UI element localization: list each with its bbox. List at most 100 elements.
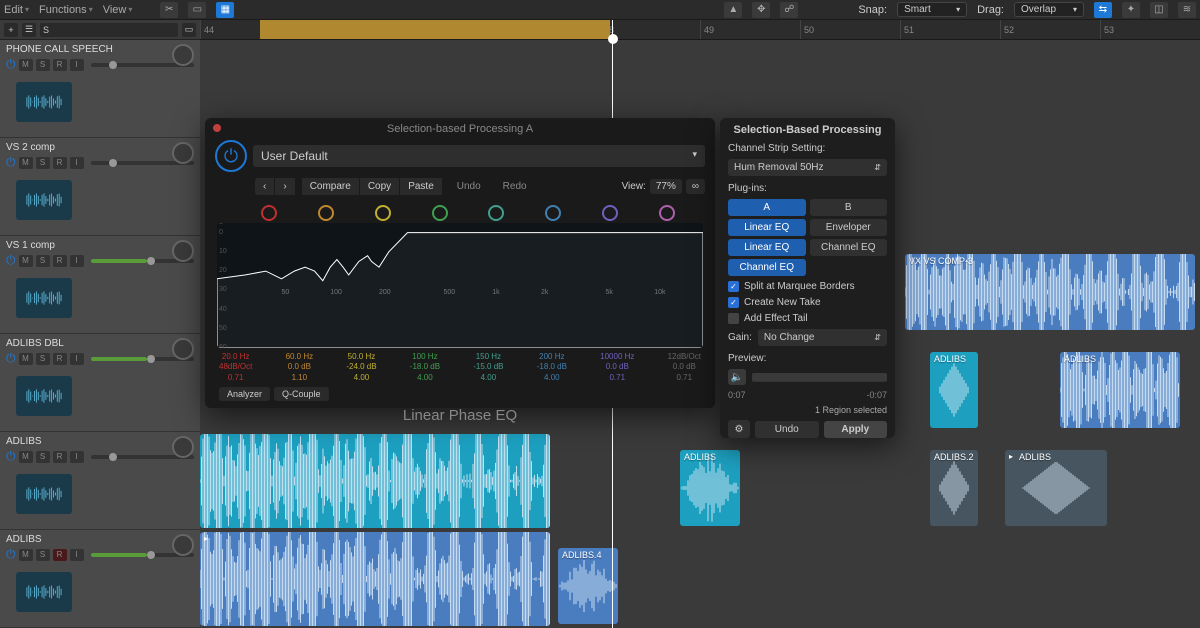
audio-region[interactable]: ADLIBS (680, 450, 740, 526)
pan-knob[interactable] (172, 44, 194, 66)
tool-flex-icon[interactable]: ≋ (1178, 2, 1196, 18)
css-select[interactable]: Hum Removal 50Hz⇵ (728, 159, 887, 176)
solo-indicator[interactable]: S (40, 23, 178, 37)
nav-next-button[interactable]: › (275, 178, 295, 195)
input-button[interactable]: I (70, 157, 84, 169)
column-a[interactable]: A (728, 199, 806, 216)
speaker-icon[interactable]: 🔈 (728, 369, 746, 385)
record-button[interactable]: R (53, 549, 67, 561)
eq-band-2[interactable] (318, 205, 334, 221)
add-track-icon[interactable]: + (4, 23, 18, 37)
solo-button[interactable]: S (36, 451, 50, 463)
timeline-ruler[interactable]: 44454647484950515253 (200, 20, 1200, 40)
analyzer-tab[interactable]: Analyzer (219, 387, 270, 401)
solo-button[interactable]: S (36, 549, 50, 561)
record-button[interactable]: R (53, 255, 67, 267)
drag-select[interactable]: Overlap▾ (1014, 2, 1084, 17)
power-icon[interactable]: ⏻ (6, 155, 16, 170)
solo-button[interactable]: S (36, 59, 50, 71)
track-header[interactable]: ADLIBS ⏻ M S R I .track:nth-child(6) .fa… (0, 530, 200, 628)
band-param[interactable]: 10000 Hz0.0 dB0.71 (600, 352, 634, 383)
audio-region[interactable] (200, 434, 550, 528)
record-button[interactable]: R (53, 451, 67, 463)
tool-crosshair-icon[interactable]: ✦ (1122, 2, 1140, 18)
q-couple-tab[interactable]: Q-Couple (274, 387, 329, 401)
newtake-checkbox[interactable]: ✓Create New Take (728, 297, 887, 308)
plugin-slot[interactable]: Linear EQ (728, 219, 806, 236)
column-b[interactable]: B (810, 199, 888, 216)
band-param[interactable]: 100 Hz-18.0 dB4.00 (410, 352, 440, 383)
audio-region[interactable]: ADLIBS.2 (930, 450, 978, 526)
mute-button[interactable]: M (19, 59, 33, 71)
header-config-icon[interactable]: ▭ (182, 23, 196, 37)
plugin-slot[interactable]: Enveloper (810, 219, 888, 236)
mute-button[interactable]: M (19, 255, 33, 267)
undo-button[interactable]: Undo (449, 178, 489, 195)
eq-band-8[interactable] (659, 205, 675, 221)
plugin-window[interactable]: Selection-based Processing A ⏻ User Defa… (205, 118, 715, 408)
disclosure-icon[interactable]: ▸ (204, 534, 208, 543)
paste-button[interactable]: Paste (400, 178, 443, 195)
disclosure-icon[interactable]: ▸ (1009, 452, 1013, 461)
plugin-slot[interactable]: Channel EQ (728, 259, 806, 276)
solo-button[interactable]: S (36, 157, 50, 169)
compare-button[interactable]: Compare (302, 178, 360, 195)
input-button[interactable]: I (70, 255, 84, 267)
pan-knob[interactable] (172, 436, 194, 458)
menu-functions[interactable]: Functions▾ (39, 4, 93, 16)
power-icon[interactable]: ⏻ (6, 57, 16, 72)
pan-knob[interactable] (172, 338, 194, 360)
solo-button[interactable]: S (36, 353, 50, 365)
eq-band-1[interactable] (261, 205, 277, 221)
input-button[interactable]: I (70, 353, 84, 365)
audio-region[interactable]: ▸ADLIBS (1005, 450, 1107, 526)
power-icon[interactable]: ⏻ (6, 449, 16, 464)
plugin-slot[interactable]: Linear EQ (728, 239, 806, 256)
input-button[interactable]: I (70, 451, 84, 463)
pan-knob[interactable] (172, 534, 194, 556)
band-param[interactable]: 20.0 Hz48dB/Oct0.71 (219, 352, 252, 383)
preview-volume-slider[interactable] (752, 373, 887, 382)
power-icon[interactable]: ⏻ (6, 351, 16, 366)
audio-region[interactable]: ADLIBS.4 (558, 548, 618, 624)
pan-knob[interactable] (172, 240, 194, 262)
close-icon[interactable] (213, 124, 221, 132)
gear-icon[interactable]: ⚙ (728, 420, 750, 438)
tool-automation-icon[interactable]: ◫ (1150, 2, 1168, 18)
apply-button[interactable]: Apply (824, 421, 888, 438)
gain-select[interactable]: No Change⇵ (758, 329, 887, 346)
link-icon[interactable]: ∞ (686, 179, 705, 194)
input-button[interactable]: I (70, 549, 84, 561)
tool-pointer-icon[interactable]: ▲ (724, 2, 742, 18)
redo-button[interactable]: Redo (495, 178, 535, 195)
power-icon[interactable]: ⏻ (6, 547, 16, 562)
eq-band-3[interactable] (375, 205, 391, 221)
solo-button[interactable]: S (36, 255, 50, 267)
tool-marquee-icon[interactable]: ▦ (216, 2, 234, 18)
nav-prev-button[interactable]: ‹ (255, 178, 275, 195)
audio-region[interactable]: ▸ (200, 532, 550, 626)
audio-region[interactable]: ADLIBS (930, 352, 978, 428)
menu-view[interactable]: View▾ (103, 4, 133, 16)
pan-knob[interactable] (172, 142, 194, 164)
tool-scissors-icon[interactable]: ✂ (160, 2, 178, 18)
tool-zoom-icon[interactable]: ☍ (780, 2, 798, 18)
audio-region[interactable]: ADLIBS (1060, 352, 1180, 428)
track-header[interactable]: ADLIBS ⏻ M S R I (0, 432, 200, 530)
eq-band-6[interactable] (545, 205, 561, 221)
tool-pencil-icon[interactable]: ▭ (188, 2, 206, 18)
band-param[interactable]: 60.0 Hz0.0 dB1.10 (286, 352, 314, 383)
band-param[interactable]: 200 Hz-18.0 dB4.00 (537, 352, 567, 383)
menu-edit[interactable]: Edit▾ (4, 4, 29, 16)
split-checkbox[interactable]: ✓Split at Marquee Borders (728, 281, 887, 292)
plugin-slot[interactable]: Channel EQ (810, 239, 888, 256)
record-button[interactable]: R (53, 353, 67, 365)
mute-button[interactable]: M (19, 157, 33, 169)
mute-button[interactable]: M (19, 451, 33, 463)
mute-button[interactable]: M (19, 353, 33, 365)
record-button[interactable]: R (53, 59, 67, 71)
track-header[interactable]: VS 1 comp ⏻ M S R I .track:nth-child(3) … (0, 236, 200, 334)
band-param[interactable]: 12dB/Oct0.0 dB0.71 (668, 352, 701, 383)
processing-panel[interactable]: Selection-Based Processing Channel Strip… (720, 118, 895, 438)
snap-select[interactable]: Smart▾ (897, 2, 967, 17)
